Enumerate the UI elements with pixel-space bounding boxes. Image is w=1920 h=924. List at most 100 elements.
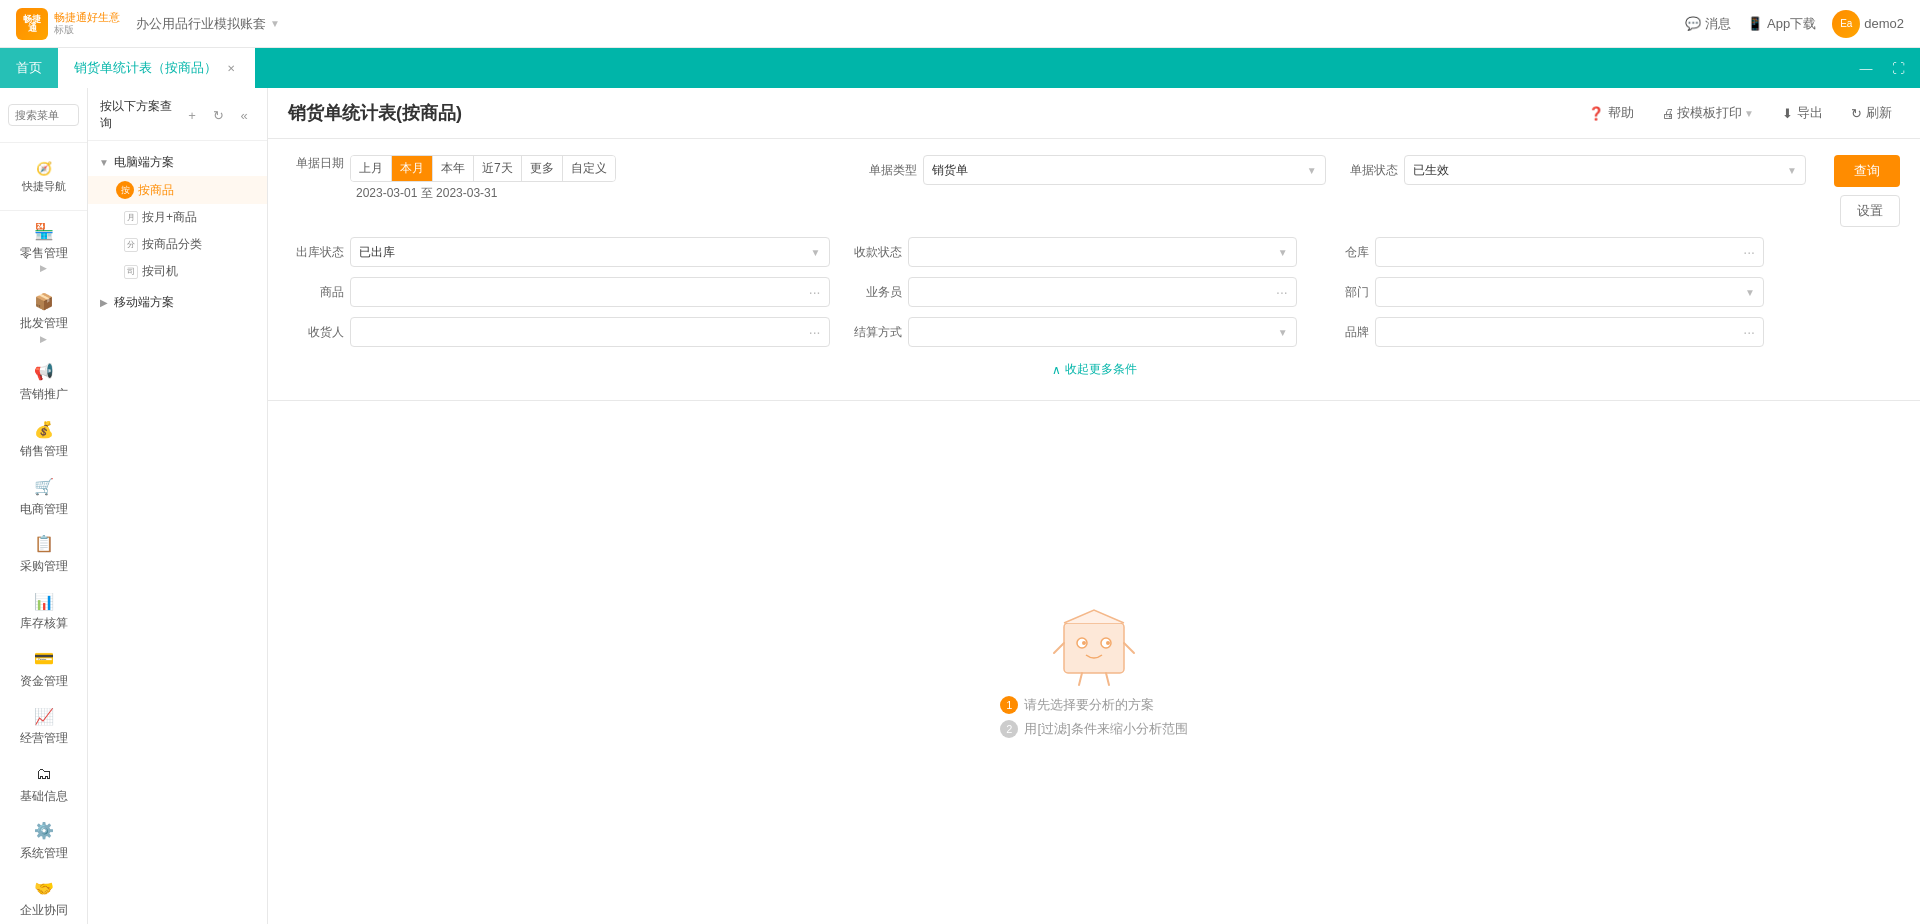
date-tab-7days[interactable]: 近7天: [474, 156, 522, 181]
user-avatar: Ea: [1832, 10, 1860, 38]
header-right: 💬 消息 📱 App下载 Ea demo2: [1685, 10, 1904, 38]
query-btn[interactable]: 查询: [1834, 155, 1900, 187]
minimize-icon[interactable]: —: [1852, 54, 1880, 82]
tab-close-icon[interactable]: ✕: [223, 60, 239, 76]
ecommerce-icon: 🛒: [32, 475, 56, 499]
print-chevron-icon: ▼: [1744, 108, 1754, 119]
svg-line-7: [1079, 673, 1082, 685]
user-avatar-btn[interactable]: Ea demo2: [1832, 10, 1904, 38]
app-download-btn[interactable]: 📱 App下载: [1747, 15, 1816, 33]
date-tab-last-month[interactable]: 上月: [351, 156, 392, 181]
quicknav-icon: 🧭: [36, 161, 52, 176]
date-tab-custom[interactable]: 自定义: [563, 156, 615, 181]
add-scheme-btn[interactable]: +: [181, 104, 203, 126]
main-layout: 🧭 快捷导航 🏪 零售管理 ▶ 📦 批发管理 ▶ 📢 营销推广 💰 销售管理 🛒…: [0, 88, 1920, 924]
product-control[interactable]: ···: [350, 277, 830, 307]
print-btn[interactable]: 🖨 按模板打印 ▼: [1654, 100, 1762, 126]
sidebar-item-procurement[interactable]: 📋 采购管理: [0, 524, 87, 581]
enterprise-icon: 🤝: [32, 876, 56, 900]
search-input[interactable]: [8, 104, 79, 126]
brand-control[interactable]: ···: [1375, 317, 1764, 347]
sidebar-item-base[interactable]: 🗂 基础信息: [0, 754, 87, 811]
sidebar-item-finance[interactable]: 💳 资金管理: [0, 639, 87, 696]
sidebar-item-quicknav[interactable]: 🧭 快捷导航: [0, 151, 87, 202]
sidebar-item-wholesale[interactable]: 📦 批发管理 ▶: [0, 281, 87, 351]
scheme-icon-month: 月: [124, 211, 138, 225]
out-status-control[interactable]: 已出库 ▼: [350, 237, 830, 267]
sidebar-item-enterprise[interactable]: 🤝 企业协同: [0, 868, 87, 924]
brand-dots-icon: ···: [1743, 324, 1755, 340]
warehouse-label: 仓库: [1313, 244, 1369, 261]
sidebar-item-marketing[interactable]: 📢 营销推广: [0, 352, 87, 409]
scheme-icon-cashier: 司: [124, 265, 138, 279]
sidebar-item-system[interactable]: ⚙️ 系统管理: [0, 811, 87, 868]
date-tab-this-month[interactable]: 本月: [392, 156, 433, 181]
salesperson-control[interactable]: ···: [908, 277, 1297, 307]
settings-btn[interactable]: 设置: [1840, 195, 1900, 227]
message-btn[interactable]: 💬 消息: [1685, 15, 1731, 33]
doc-status-control[interactable]: 已生效 ▼: [1404, 155, 1806, 185]
refresh-scheme-btn[interactable]: ↻: [207, 104, 229, 126]
sidebar-search: [0, 96, 87, 134]
marketing-icon: 📢: [32, 360, 56, 384]
refresh-btn[interactable]: ↻ 刷新: [1843, 100, 1900, 126]
receipt-status-control[interactable]: ▼: [908, 237, 1297, 267]
content-area: 销货单统计表(按商品) ❓ 帮助 🖨 按模板打印 ▼ ⬇ 导出: [268, 88, 1920, 924]
scheme-icon-category: 分: [124, 238, 138, 252]
tree-item-by-cashier[interactable]: 司 按司机: [88, 258, 267, 285]
doc-type-arrow-icon: ▼: [1307, 165, 1317, 176]
doc-status-arrow-icon: ▼: [1787, 165, 1797, 176]
department-control[interactable]: ▼: [1375, 277, 1764, 307]
sales-icon: 💰: [32, 417, 56, 441]
collapse-up-icon: ∧: [1052, 363, 1061, 377]
tree-item-by-month-product[interactable]: 月 按月+商品: [88, 204, 267, 231]
workspace-selector[interactable]: 办公用品行业模拟账套 ▼: [128, 11, 288, 37]
tab-home[interactable]: 首页: [0, 48, 58, 88]
inventory-icon: 📊: [32, 589, 56, 613]
date-tab-this-year[interactable]: 本年: [433, 156, 474, 181]
consignee-dots-icon: ···: [809, 324, 821, 340]
doc-type-label: 单据类型: [861, 162, 917, 179]
sidebar-item-sales[interactable]: 💰 销售管理: [0, 409, 87, 466]
payment-control[interactable]: ▼: [908, 317, 1297, 347]
page-title: 销货单统计表(按商品): [288, 101, 462, 125]
wholesale-icon: 📦: [32, 289, 56, 313]
doc-status-value: 已生效: [1413, 162, 1783, 179]
sidebar-item-inventory[interactable]: 📊 库存核算: [0, 581, 87, 638]
tree-item-by-product[interactable]: 按 按商品: [88, 176, 267, 204]
tree-mobile-group: ▶ 移动端方案: [88, 289, 267, 316]
svg-line-5: [1054, 643, 1064, 653]
doc-type-control[interactable]: 销货单 ▼: [923, 155, 1325, 185]
message-icon: 💬: [1685, 16, 1701, 31]
wholesale-arrow-icon: ▶: [40, 334, 47, 344]
date-tab-more[interactable]: 更多: [522, 156, 563, 181]
warehouse-dots-icon: ···: [1743, 244, 1755, 260]
logo-area: 畅捷通 畅捷通好生意 标版: [16, 8, 120, 40]
warehouse-control[interactable]: ···: [1375, 237, 1764, 267]
collapse-panel-btn[interactable]: «: [233, 104, 255, 126]
sidebar-item-ecommerce[interactable]: 🛒 电商管理: [0, 467, 87, 524]
page-actions: ❓ 帮助 🖨 按模板打印 ▼ ⬇ 导出 ↻ 刷新: [1580, 100, 1900, 126]
consignee-label: 收货人: [288, 324, 344, 341]
maximize-icon[interactable]: ⛶: [1884, 54, 1912, 82]
sales-stats-tab-label: 销货单统计表（按商品）: [74, 59, 217, 77]
tree-mobile-header[interactable]: ▶ 移动端方案: [88, 289, 267, 316]
home-tab-label: 首页: [16, 59, 42, 77]
base-icon: 🗂: [32, 762, 56, 786]
export-btn[interactable]: ⬇ 导出: [1774, 100, 1831, 126]
collapse-filter-btn[interactable]: ∧ 收起更多条件: [1052, 361, 1137, 378]
print-icon: 🖨: [1662, 106, 1675, 121]
tab-sales-stats[interactable]: 销货单统计表（按商品） ✕: [58, 48, 255, 88]
finance-icon: 💳: [32, 647, 56, 671]
sidebar-item-operations[interactable]: 📈 经营管理: [0, 696, 87, 753]
app-logo: 畅捷通: [16, 8, 48, 40]
header-left: 畅捷通 畅捷通好生意 标版 办公用品行业模拟账套 ▼: [16, 8, 288, 40]
sidebar-item-retail[interactable]: 🏪 零售管理 ▶: [0, 211, 87, 281]
tree-expand-icon: ▼: [98, 157, 110, 169]
consignee-control[interactable]: ···: [350, 317, 830, 347]
help-btn[interactable]: ❓ 帮助: [1580, 100, 1642, 126]
tree-desktop-header[interactable]: ▼ 电脑端方案: [88, 149, 267, 176]
date-range-text: 2023-03-01 至 2023-03-31: [356, 185, 616, 202]
sidebar-search-section: [0, 88, 87, 143]
tree-item-by-category[interactable]: 分 按商品分类: [88, 231, 267, 258]
